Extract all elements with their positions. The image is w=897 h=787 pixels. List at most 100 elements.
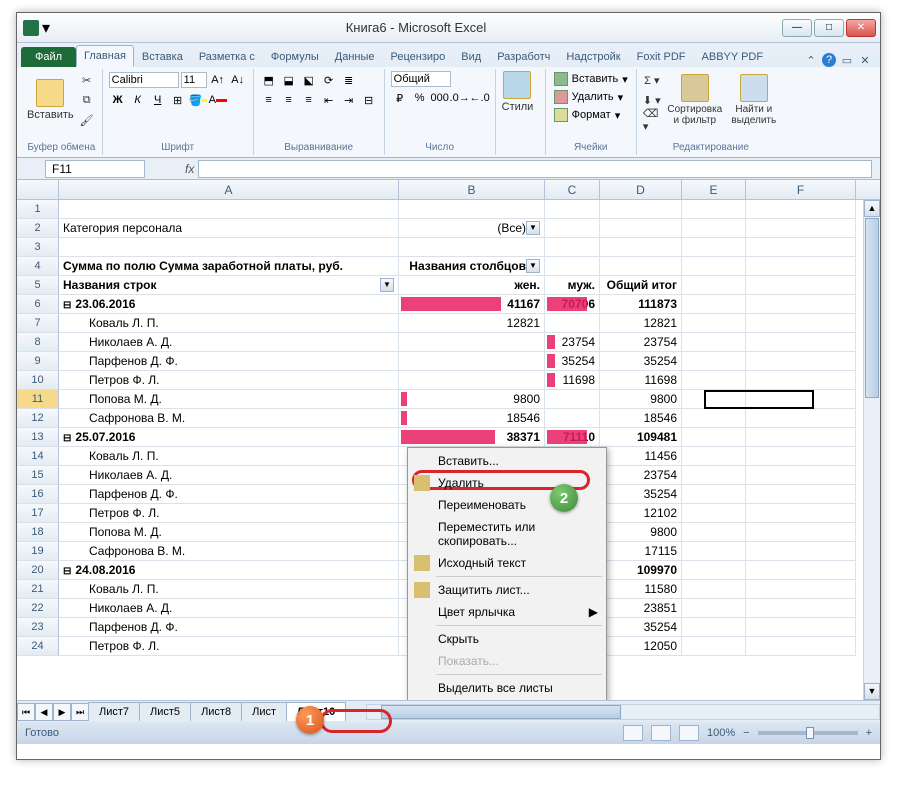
row-header[interactable]: 12 (17, 409, 59, 428)
cell[interactable]: 23754 (600, 333, 682, 352)
ribbon-tab-abbyy[interactable]: ABBYY PDF (694, 46, 772, 67)
sheet-nav-first-icon[interactable]: ⏮ (17, 703, 35, 721)
cell[interactable] (746, 238, 856, 257)
cell[interactable]: 25.07.2016 (59, 428, 399, 447)
cell[interactable] (399, 371, 545, 390)
cell[interactable] (600, 238, 682, 257)
font-size-select[interactable]: 11 (181, 72, 207, 88)
select-all-corner[interactable] (17, 180, 59, 199)
cell[interactable] (682, 447, 746, 466)
currency-icon[interactable]: ₽ (391, 89, 409, 107)
cell[interactable] (746, 542, 856, 561)
row-header[interactable]: 13 (17, 428, 59, 447)
ribbon-tab-pagelayout[interactable]: Разметка с (191, 46, 263, 67)
ribbon-tab-developer[interactable]: Разработч (489, 46, 558, 67)
cell[interactable] (399, 333, 545, 352)
sheet-tab[interactable]: Лист5 (139, 702, 191, 721)
cell[interactable] (682, 219, 746, 238)
cell[interactable] (682, 466, 746, 485)
context-menu-item[interactable]: Выделить все листы (410, 677, 604, 699)
cell[interactable] (682, 504, 746, 523)
orientation-icon[interactable]: ⟳ (320, 71, 338, 89)
cell[interactable]: 11698 (600, 371, 682, 390)
filter-dropdown-icon[interactable]: ▼ (526, 221, 540, 235)
cell[interactable] (399, 200, 545, 219)
row-header[interactable]: 8 (17, 333, 59, 352)
border-button[interactable]: ⊞ (169, 91, 187, 109)
cell[interactable] (746, 314, 856, 333)
bold-button[interactable]: Ж (109, 91, 127, 109)
cell[interactable] (746, 637, 856, 656)
cell[interactable] (746, 295, 856, 314)
context-menu-item[interactable]: Переместить или скопировать... (410, 516, 604, 552)
cell[interactable] (746, 599, 856, 618)
cell[interactable] (682, 561, 746, 580)
cell[interactable]: 12102 (600, 504, 682, 523)
cell[interactable]: Николаев А. Д. (59, 466, 399, 485)
cell[interactable]: 23.06.2016 (59, 295, 399, 314)
cell[interactable] (59, 238, 399, 257)
cell[interactable] (682, 599, 746, 618)
cell[interactable] (746, 504, 856, 523)
cell[interactable]: 12050 (600, 637, 682, 656)
clear-icon[interactable]: ⌫ ▾ (643, 111, 661, 129)
context-menu-item[interactable]: Цвет ярлычка▶ (410, 601, 604, 623)
wrap-text-icon[interactable]: ≣ (340, 71, 358, 89)
cell[interactable] (682, 618, 746, 637)
view-normal-icon[interactable] (623, 725, 643, 741)
view-pagelayout-icon[interactable] (651, 725, 671, 741)
sort-filter-button[interactable]: Сортировка и фильтр (665, 74, 725, 126)
ribbon-tab-home[interactable]: Главная (76, 45, 134, 67)
cell[interactable] (545, 409, 600, 428)
cells-format-button[interactable]: Формат ▾ (552, 107, 630, 123)
cell[interactable]: 24.08.2016 (59, 561, 399, 580)
cell[interactable]: 9800 (600, 390, 682, 409)
minimize-button[interactable]: — (782, 19, 812, 37)
font-color-button[interactable]: A (209, 91, 227, 109)
cell[interactable] (59, 200, 399, 219)
cell[interactable]: 71110 (545, 428, 600, 447)
cell[interactable] (682, 580, 746, 599)
cell[interactable]: 111873 (600, 295, 682, 314)
cell[interactable] (682, 333, 746, 352)
column-header[interactable]: B (399, 180, 545, 199)
row-header[interactable]: 20 (17, 561, 59, 580)
cell[interactable]: Попова М. Д. (59, 390, 399, 409)
cell[interactable] (682, 637, 746, 656)
row-header[interactable]: 23 (17, 618, 59, 637)
cell[interactable] (600, 200, 682, 219)
sheet-nav-prev-icon[interactable]: ◀ (35, 703, 53, 721)
number-format-select[interactable]: Общий (391, 71, 451, 87)
cell[interactable] (682, 314, 746, 333)
cell[interactable] (682, 276, 746, 295)
hscroll-thumb[interactable] (381, 705, 621, 719)
cell[interactable]: муж. (545, 276, 600, 295)
cell[interactable] (682, 295, 746, 314)
file-tab[interactable]: Файл (21, 47, 76, 67)
cell[interactable] (682, 428, 746, 447)
percent-icon[interactable]: % (411, 89, 429, 107)
cell[interactable]: Парфенов Д. Ф. (59, 618, 399, 637)
context-menu-item[interactable]: Исходный текст (410, 552, 604, 574)
align-center-icon[interactable]: ≡ (280, 91, 298, 109)
sheet-tab[interactable]: Лист (241, 702, 287, 721)
cell[interactable]: Петров Ф. Л. (59, 504, 399, 523)
align-top-icon[interactable]: ⬒ (260, 71, 278, 89)
cell[interactable]: 23754 (600, 466, 682, 485)
zoom-level[interactable]: 100% (707, 727, 735, 739)
increase-decimal-icon[interactable]: .0→ (451, 89, 469, 107)
cell[interactable] (746, 580, 856, 599)
ribbon-tab-addins[interactable]: Надстройк (558, 46, 628, 67)
row-header[interactable]: 17 (17, 504, 59, 523)
name-box[interactable]: F11 (45, 160, 145, 178)
styles-button[interactable]: Стили (502, 71, 534, 113)
cell[interactable]: 109970 (600, 561, 682, 580)
row-header[interactable]: 3 (17, 238, 59, 257)
cell[interactable] (746, 561, 856, 580)
scroll-thumb[interactable] (865, 218, 879, 398)
cell[interactable] (682, 238, 746, 257)
cell[interactable] (682, 200, 746, 219)
row-header[interactable]: 18 (17, 523, 59, 542)
paste-button[interactable]: Вставить (27, 79, 74, 121)
context-menu-item[interactable]: Защитить лист... (410, 579, 604, 601)
